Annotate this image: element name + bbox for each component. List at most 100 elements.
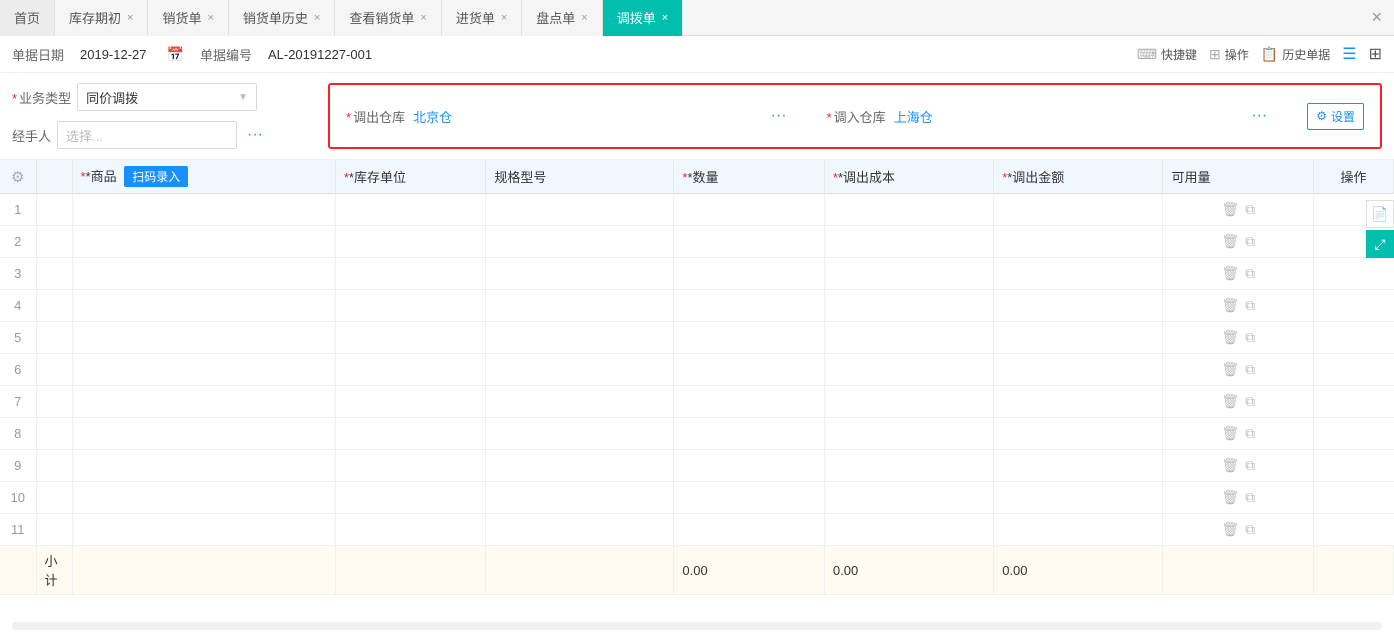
delete-icon[interactable]: 🗑: [1221, 201, 1239, 217]
row-cost[interactable]: [674, 226, 824, 258]
scan-button[interactable]: 扫码录入: [124, 166, 188, 187]
row-amount[interactable]: [824, 226, 993, 258]
person-input[interactable]: 选择...: [57, 121, 237, 149]
row-product[interactable]: [36, 514, 72, 546]
copy-icon[interactable]: ⧉: [1245, 329, 1255, 345]
tab-inventory-close[interactable]: ×: [581, 12, 587, 24]
row-unit[interactable]: [72, 226, 335, 258]
delete-icon[interactable]: 🗑: [1221, 297, 1239, 313]
sidebar-doc-button[interactable]: 📄: [1366, 200, 1394, 228]
row-spec[interactable]: [335, 322, 485, 354]
copy-icon[interactable]: ⧉: [1245, 393, 1255, 409]
out-warehouse-value[interactable]: 北京仓: [413, 107, 452, 126]
layout-btn-list[interactable]: ☰: [1342, 44, 1356, 64]
copy-icon[interactable]: ⧉: [1245, 297, 1255, 313]
delete-icon[interactable]: 🗑: [1221, 457, 1239, 473]
delete-icon[interactable]: 🗑: [1221, 329, 1239, 345]
row-spec[interactable]: [335, 418, 485, 450]
row-amount[interactable]: [824, 514, 993, 546]
row-unit[interactable]: [72, 386, 335, 418]
row-amount[interactable]: [824, 450, 993, 482]
copy-icon[interactable]: ⧉: [1245, 425, 1255, 441]
col-settings[interactable]: ⚙: [0, 160, 36, 194]
row-product[interactable]: [36, 226, 72, 258]
row-cost[interactable]: [674, 194, 824, 226]
row-amount[interactable]: [824, 386, 993, 418]
row-amount[interactable]: [824, 290, 993, 322]
tab-inventory[interactable]: 盘点单 ×: [522, 0, 602, 36]
row-unit[interactable]: [72, 482, 335, 514]
in-warehouse-value[interactable]: 上海仓: [894, 107, 933, 126]
tab-purchase-order[interactable]: 进货单 ×: [442, 0, 522, 36]
row-amount[interactable]: [824, 482, 993, 514]
delete-icon[interactable]: 🗑: [1221, 233, 1239, 249]
delete-icon[interactable]: 🗑: [1221, 265, 1239, 281]
row-unit[interactable]: [72, 514, 335, 546]
tab-sales-history-close[interactable]: ×: [314, 12, 320, 24]
delete-icon[interactable]: 🗑: [1221, 393, 1239, 409]
row-qty[interactable]: [486, 322, 674, 354]
row-qty[interactable]: [486, 386, 674, 418]
row-spec[interactable]: [335, 514, 485, 546]
tab-sales-history[interactable]: 销货单历史 ×: [229, 0, 335, 36]
row-cost[interactable]: [674, 290, 824, 322]
row-unit[interactable]: [72, 354, 335, 386]
row-product[interactable]: [36, 354, 72, 386]
row-unit[interactable]: [72, 290, 335, 322]
row-available[interactable]: [994, 450, 1163, 482]
row-cost[interactable]: [674, 514, 824, 546]
row-qty[interactable]: [486, 194, 674, 226]
row-product[interactable]: [36, 450, 72, 482]
delete-icon[interactable]: 🗑: [1221, 361, 1239, 377]
row-amount[interactable]: [824, 258, 993, 290]
layout-btn-grid[interactable]: ⊞: [1369, 44, 1382, 64]
row-available[interactable]: [994, 290, 1163, 322]
row-product[interactable]: [36, 386, 72, 418]
tab-purchase-order-close[interactable]: ×: [501, 12, 507, 24]
copy-icon[interactable]: ⧉: [1245, 521, 1255, 537]
sidebar-expand-button[interactable]: ⤢: [1366, 230, 1394, 258]
copy-icon[interactable]: ⧉: [1245, 457, 1255, 473]
row-available[interactable]: [994, 386, 1163, 418]
shortcut-btn[interactable]: ⌨ 快捷键: [1137, 46, 1197, 63]
row-product[interactable]: [36, 418, 72, 450]
delete-icon[interactable]: 🗑: [1221, 489, 1239, 505]
history-btn[interactable]: 📋 历史单据: [1261, 46, 1330, 63]
row-available[interactable]: [994, 514, 1163, 546]
row-spec[interactable]: [335, 194, 485, 226]
copy-icon[interactable]: ⧉: [1245, 489, 1255, 505]
row-unit[interactable]: [72, 418, 335, 450]
row-product[interactable]: [36, 482, 72, 514]
row-product[interactable]: [36, 322, 72, 354]
row-cost[interactable]: [674, 482, 824, 514]
out-warehouse-more-icon[interactable]: ···: [771, 107, 787, 125]
row-cost[interactable]: [674, 450, 824, 482]
row-qty[interactable]: [486, 354, 674, 386]
row-qty[interactable]: [486, 514, 674, 546]
tab-view-sales-close[interactable]: ×: [420, 12, 426, 24]
row-unit[interactable]: [72, 258, 335, 290]
tab-sales-order[interactable]: 销货单 ×: [148, 0, 228, 36]
calendar-icon[interactable]: 📅: [167, 46, 184, 63]
tab-transfer[interactable]: 调拨单 ×: [603, 0, 683, 36]
row-cost[interactable]: [674, 354, 824, 386]
row-qty[interactable]: [486, 290, 674, 322]
row-cost[interactable]: [674, 322, 824, 354]
row-qty[interactable]: [486, 258, 674, 290]
row-product[interactable]: [36, 290, 72, 322]
tab-initial-stock-close[interactable]: ×: [127, 12, 133, 24]
row-spec[interactable]: [335, 226, 485, 258]
delete-icon[interactable]: 🗑: [1221, 521, 1239, 537]
row-qty[interactable]: [486, 482, 674, 514]
row-unit[interactable]: [72, 194, 335, 226]
row-product[interactable]: [36, 194, 72, 226]
row-available[interactable]: [994, 418, 1163, 450]
tab-transfer-close[interactable]: ×: [662, 12, 668, 24]
date-value[interactable]: 2019-12-27: [80, 47, 147, 62]
row-qty[interactable]: [486, 450, 674, 482]
tab-initial-stock[interactable]: 库存期初 ×: [55, 0, 148, 36]
table-gear-icon[interactable]: ⚙: [11, 169, 24, 186]
copy-icon[interactable]: ⧉: [1245, 361, 1255, 377]
scrollbar-container[interactable]: [0, 618, 1394, 634]
horizontal-scrollbar[interactable]: [12, 622, 1382, 630]
